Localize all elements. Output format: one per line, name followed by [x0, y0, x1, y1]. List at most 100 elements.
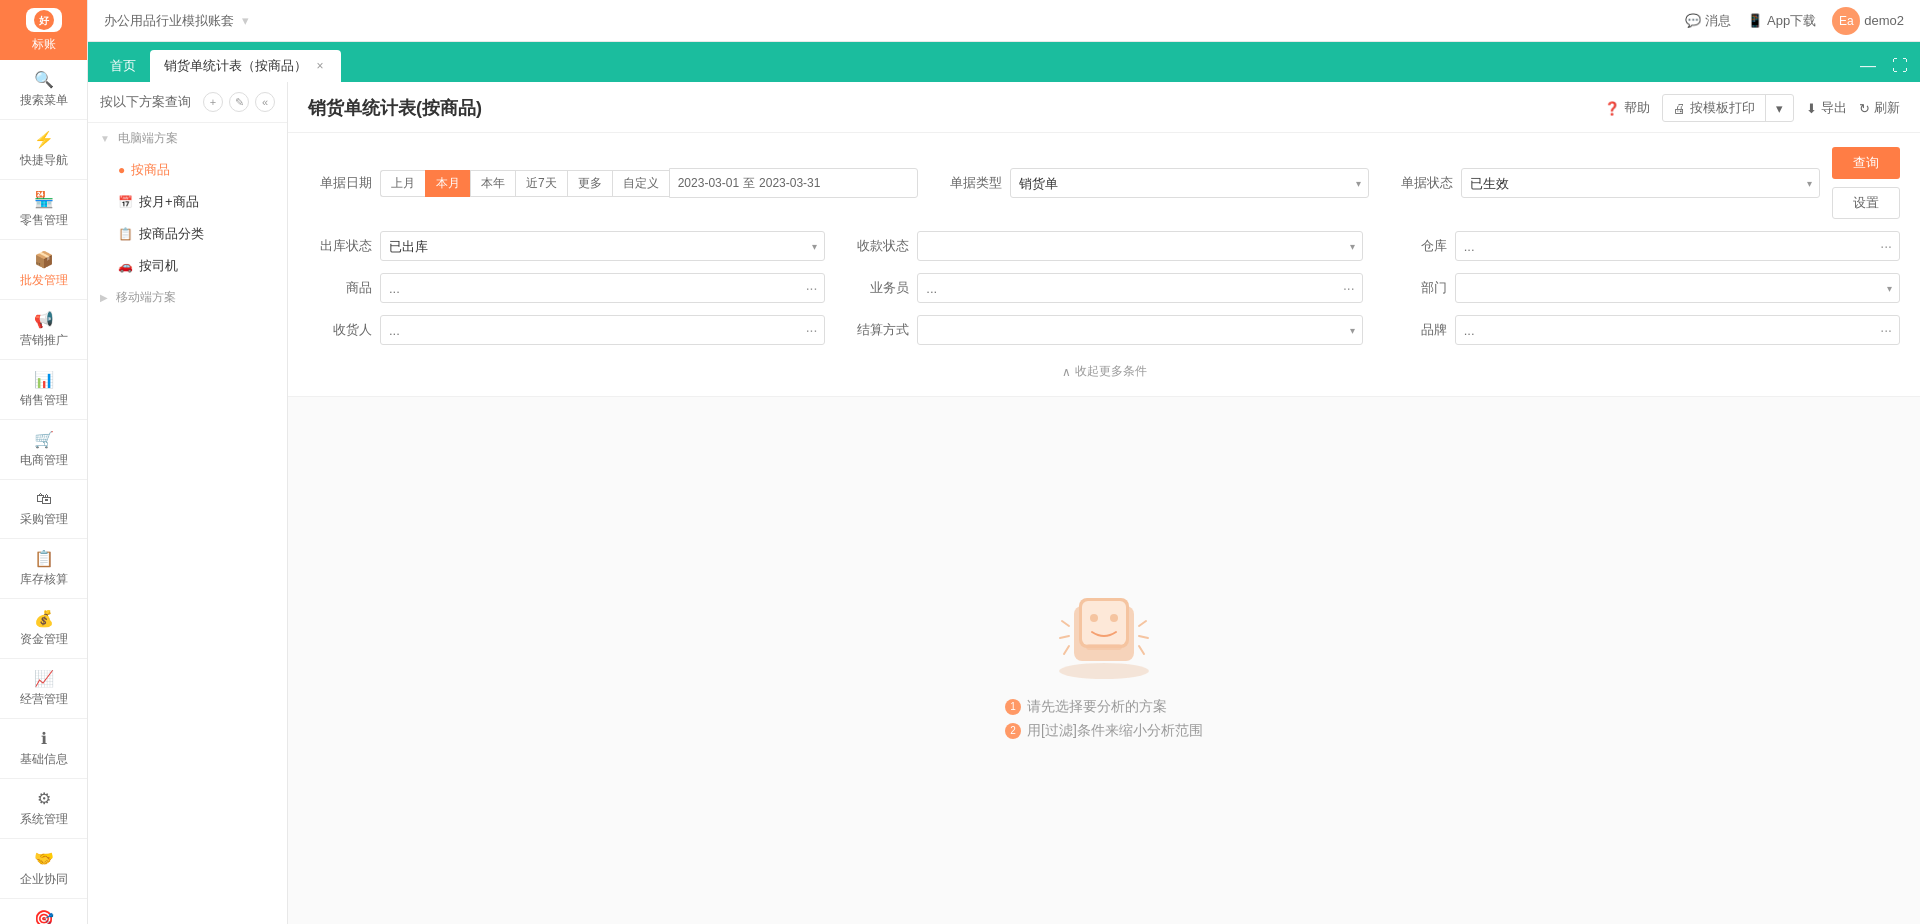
doc-type-select[interactable]: 销货单	[1010, 168, 1369, 198]
doc-status-select[interactable]: 已生效	[1461, 168, 1820, 198]
salesman-dots[interactable]: ···	[1343, 280, 1355, 296]
tab-bar-right: — ⛶	[1856, 54, 1912, 82]
refresh-btn[interactable]: ↻ 刷新	[1859, 99, 1900, 117]
help-label: 帮助	[1624, 99, 1650, 117]
sidebar-item-wholesale[interactable]: 📦 批发管理	[0, 240, 87, 300]
help-btn[interactable]: ❓ 帮助	[1604, 99, 1650, 117]
dept-control: ▾	[1455, 273, 1900, 303]
tab-expand-btn[interactable]: ⛶	[1888, 54, 1912, 78]
sidebar-item-marketing[interactable]: 📢 营销推广	[0, 300, 87, 360]
tree-item-by-category[interactable]: 📋 按商品分类	[88, 218, 287, 250]
receiver-dots[interactable]: ···	[806, 322, 818, 338]
date-btn-thismonth[interactable]: 本月	[425, 170, 470, 197]
print-btn[interactable]: 🖨 按模板打印	[1663, 95, 1766, 121]
sidebar-item-system[interactable]: ⚙ 系统管理	[0, 779, 87, 839]
salesman-input[interactable]	[917, 273, 1362, 303]
date-start: 2023-03-01	[678, 176, 739, 190]
add-scheme-btn[interactable]: +	[203, 92, 223, 112]
out-status-control: 已出库 ▾	[380, 231, 825, 261]
by-month-goods-icon: 📅	[118, 195, 133, 209]
svg-point-2	[1059, 663, 1149, 679]
refresh-label: 刷新	[1874, 99, 1900, 117]
date-filter-control: 上月 本月 本年 近7天 更多 自定义 2023-03-01 至 2023-03…	[380, 168, 918, 198]
sidebar-item-corp[interactable]: 🤝 企业协同	[0, 839, 87, 899]
edit-scheme-btn[interactable]: ✎	[229, 92, 249, 112]
tab-close-btn[interactable]: ×	[313, 59, 327, 73]
page-header: 销货单统计表(按商品) ❓ 帮助 🖨 按模板打印 ▾ ⬇	[288, 82, 1920, 133]
sidebar-item-guide[interactable]: 🎯 新手引导	[0, 899, 87, 924]
by-month-goods-label: 按月+商品	[139, 193, 199, 211]
settle-label: 结算方式	[845, 321, 917, 339]
doc-type-label: 单据类型	[938, 174, 1010, 192]
tab-minimize-btn[interactable]: —	[1856, 54, 1880, 78]
export-btn[interactable]: ⬇ 导出	[1806, 99, 1847, 117]
left-panel-title: 按以下方案查询	[100, 93, 191, 111]
warehouse-dots[interactable]: ···	[1880, 238, 1892, 254]
sidebar-baseinfo-label: 基础信息	[20, 751, 68, 768]
date-btn-lastmonth[interactable]: 上月	[380, 170, 425, 197]
tab-active[interactable]: 销货单统计表（按商品） ×	[150, 50, 341, 82]
setup-button[interactable]: 设置	[1832, 187, 1900, 219]
brand-dots[interactable]: ···	[1880, 322, 1892, 338]
guide-icon: 🎯	[34, 909, 54, 924]
user-label: demo2	[1864, 13, 1904, 28]
query-button[interactable]: 查询	[1832, 147, 1900, 179]
app-download-btn[interactable]: 📱 App下载	[1747, 12, 1816, 30]
tree-item-by-driver[interactable]: 🚗 按司机	[88, 250, 287, 282]
tree-item-by-goods[interactable]: ● 按商品	[88, 154, 287, 186]
baseinfo-icon: ℹ	[41, 729, 47, 748]
warehouse-input[interactable]	[1455, 231, 1900, 261]
dept-select[interactable]	[1455, 273, 1900, 303]
collapse-row[interactable]: ∧ 收起更多条件	[308, 357, 1900, 382]
desktop-section-arrow: ▼	[100, 133, 110, 144]
avatar: Ea	[1832, 7, 1860, 35]
collapse-label: 收起更多条件	[1075, 363, 1147, 380]
step2-text: 用[过滤]条件来缩小分析范围	[1027, 722, 1203, 740]
brand-input[interactable]	[1455, 315, 1900, 345]
date-btn-thisyear[interactable]: 本年	[470, 170, 515, 197]
settle-select[interactable]	[917, 315, 1362, 345]
goods-dots[interactable]: ···	[806, 280, 818, 296]
filter-row-4: 收货人 ··· 结算方式 ▾ 品牌 ··	[308, 315, 1900, 345]
sidebar-item-ecom[interactable]: 🛒 电商管理	[0, 420, 87, 480]
messages-btn[interactable]: 💬 消息	[1685, 12, 1731, 30]
date-btn-7days[interactable]: 近7天	[515, 170, 567, 197]
collapse-panel-btn[interactable]: «	[255, 92, 275, 112]
svg-rect-8	[1086, 644, 1122, 650]
date-btn-custom[interactable]: 自定义	[612, 170, 669, 197]
pay-status-select[interactable]	[917, 231, 1362, 261]
date-btn-more[interactable]: 更多	[567, 170, 612, 197]
svg-rect-5	[1082, 601, 1126, 645]
wholesale-icon: 📦	[34, 250, 54, 269]
system-icon: ⚙	[37, 789, 51, 808]
sidebar-item-inventory[interactable]: 📋 库存核算	[0, 539, 87, 599]
doc-status-label: 单据状态	[1389, 174, 1461, 192]
goods-control: ···	[380, 273, 825, 303]
tab-home[interactable]: 首页	[96, 50, 150, 82]
sidebar-item-quicknav[interactable]: ⚡ 快捷导航	[0, 120, 87, 180]
receiver-label: 收货人	[308, 321, 380, 339]
empty-step-1: 1 请先选择要分析的方案	[1005, 698, 1203, 716]
sidebar-ecom-label: 电商管理	[20, 452, 68, 469]
print-dropdown-btn[interactable]: ▾	[1766, 97, 1793, 120]
receiver-input[interactable]	[380, 315, 825, 345]
sidebar-item-operations[interactable]: 📈 经营管理	[0, 659, 87, 719]
sidebar-item-baseinfo[interactable]: ℹ 基础信息	[0, 719, 87, 779]
doc-status-control: 已生效 ▾	[1461, 168, 1820, 198]
sidebar-item-search[interactable]: 🔍 搜索菜单	[0, 60, 87, 120]
goods-input[interactable]	[380, 273, 825, 303]
tree-section-desktop: ▼ 电脑端方案	[88, 123, 287, 154]
date-range[interactable]: 2023-03-01 至 2023-03-31	[669, 168, 919, 198]
empty-steps: 1 请先选择要分析的方案 2 用[过滤]条件来缩小分析范围	[1005, 698, 1203, 740]
main-area: 办公用品行业模拟账套 ▾ 💬 消息 📱 App下载 Ea demo2 首页	[88, 0, 1920, 924]
sidebar-item-purchase[interactable]: 🛍 采购管理	[0, 480, 87, 539]
by-category-icon: 📋	[118, 227, 133, 241]
out-status-select[interactable]: 已出库	[380, 231, 825, 261]
tree-item-by-month-goods[interactable]: 📅 按月+商品	[88, 186, 287, 218]
ecom-icon: 🛒	[34, 430, 54, 449]
marketing-icon: 📢	[34, 310, 54, 329]
sidebar-item-retail[interactable]: 🏪 零售管理	[0, 180, 87, 240]
sidebar-item-sales[interactable]: 📊 销售管理	[0, 360, 87, 420]
sidebar-item-finance[interactable]: 💰 资金管理	[0, 599, 87, 659]
user-menu[interactable]: Ea demo2	[1832, 7, 1904, 35]
